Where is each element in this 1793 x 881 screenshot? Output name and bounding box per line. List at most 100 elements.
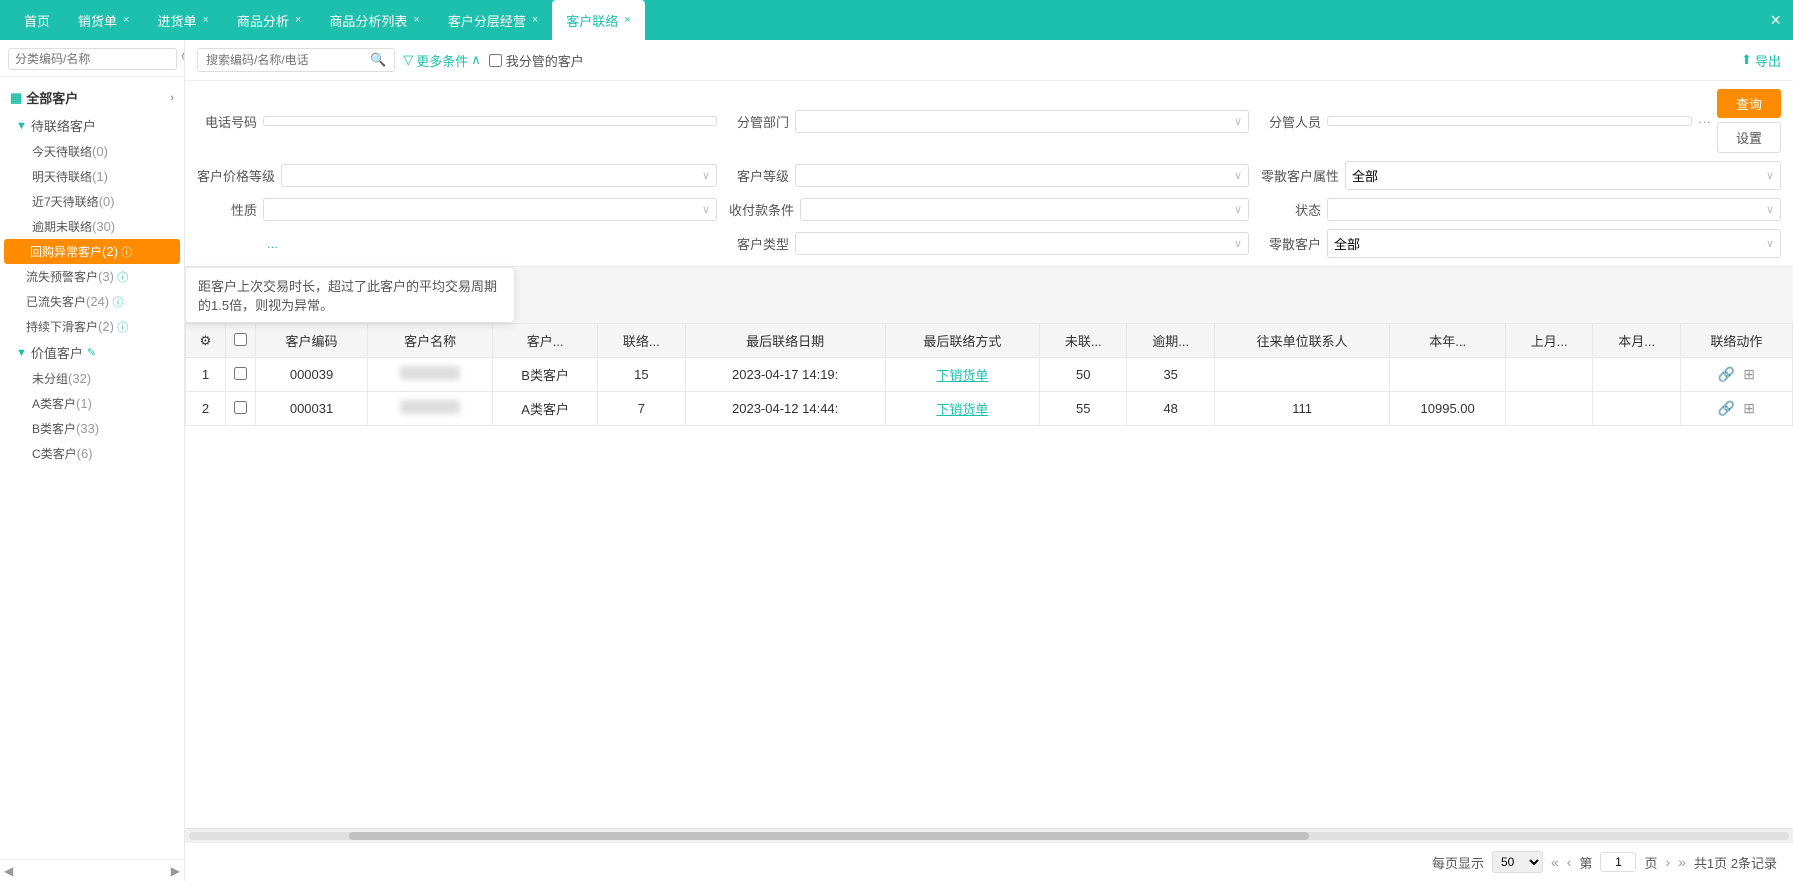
sidebar-all-customers[interactable]: ▦ 全部客户 › [0, 83, 184, 112]
more-icon[interactable]: ··· [1698, 114, 1711, 129]
close-product-analysis-list-icon[interactable]: × [413, 14, 419, 26]
payment-label: 收付款条件 [729, 200, 794, 219]
close-all-tabs-button[interactable]: × [1770, 10, 1781, 31]
sidebar-item-today[interactable]: 今天待联络(0) [6, 139, 184, 164]
sidebar-item-class-c[interactable]: C类客户(6) [6, 441, 184, 466]
pagination: 每页显示 50 100 200 « ‹ 第 页 › » 共1页 2条记录 [185, 842, 1793, 881]
sidebar-item-churned[interactable]: 已流失客户(24) ⓘ [0, 289, 184, 314]
per-page-select[interactable]: 50 100 200 [1492, 851, 1543, 873]
customer-level-select[interactable]: ∨ [795, 164, 1249, 187]
cell-name-2 [368, 392, 493, 426]
more-conditions-button[interactable]: ▽ 更多条件 ∧ [403, 51, 481, 70]
first-page-button[interactable]: « [1551, 854, 1559, 870]
settings-button[interactable]: 设置 [1717, 122, 1781, 153]
total-label: 共1页 2条记录 [1694, 853, 1777, 872]
sidebar-item-ungrouped[interactable]: 未分组(32) [6, 366, 184, 391]
close-purchase-order-icon[interactable]: × [202, 14, 208, 26]
nav-home[interactable]: 首页 [10, 0, 64, 40]
sidebar-item-abnormal-repurchase[interactable]: 回购异常客户(2) ⓘ [4, 239, 180, 264]
customer-price-select[interactable]: ∨ [281, 164, 717, 187]
sidebar-item-class-a[interactable]: A类客户(1) [6, 391, 184, 416]
link-icon-2[interactable]: 🔗 [1718, 400, 1735, 417]
sidebar-bottom-bar: ◀ ▶ [0, 859, 184, 881]
filter-panel: 电话号码 分管部门 ∨ 分管人员 ··· 查询 设置 [185, 81, 1793, 267]
close-sales-order-icon[interactable]: × [123, 14, 129, 26]
chevron-down-icon3: ∨ [1234, 169, 1242, 182]
scrollbar-thumb[interactable] [349, 832, 1309, 840]
row2-checkbox[interactable] [234, 401, 247, 414]
sidebar-item-churn-warning[interactable]: 流失预警客户(3) ⓘ [0, 264, 184, 289]
my-customers-checkbox[interactable] [489, 54, 502, 67]
nav-customer-tier[interactable]: 客户分层经营 × [434, 0, 552, 40]
customer-type-select[interactable]: ∨ [795, 232, 1249, 255]
gender-select[interactable]: ∨ [263, 198, 717, 221]
sidebar-right-arrow[interactable]: ▶ [171, 864, 180, 878]
next-page-button[interactable]: › [1665, 854, 1670, 870]
settings-icon[interactable]: ⚙ [200, 333, 212, 348]
th-last-contact-date: 最后联络日期 [685, 324, 885, 358]
chevron-down-icon4: ∨ [1766, 169, 1774, 182]
sidebar-item-tomorrow[interactable]: 明天待联络(1) [6, 164, 184, 189]
nav-customer-contact[interactable]: 客户联络 × [552, 0, 644, 40]
select-all-checkbox[interactable] [234, 333, 247, 346]
method-link-2[interactable]: 下销货单 [936, 402, 988, 417]
close-customer-contact-icon[interactable]: × [624, 14, 630, 26]
cell-num-2: 2 [186, 392, 226, 426]
branch-person-select[interactable] [1327, 116, 1692, 126]
th-checkbox [226, 324, 256, 358]
qr-icon-1[interactable]: ⊞ [1743, 366, 1755, 383]
sidebar-tree: ▦ 全部客户 › ▼ 待联络客户 今天待联络(0) 明天待联络(1) 近7天待联… [0, 77, 184, 859]
arrow-icon: ▼ [16, 120, 27, 132]
branch-person-label: 分管人员 [1261, 112, 1321, 131]
row1-checkbox[interactable] [234, 367, 247, 380]
th-unlisted: 未联... [1040, 324, 1127, 358]
link-icon-1[interactable]: 🔗 [1718, 366, 1735, 383]
sidebar-search-input[interactable] [8, 48, 177, 70]
chevron-down-icon7: ∨ [1766, 203, 1774, 216]
sidebar-item-declining[interactable]: 持续下滑客户(2) ⓘ [0, 314, 184, 339]
payment-select[interactable]: ∨ [800, 198, 1249, 221]
close-product-analysis-icon[interactable]: × [295, 14, 301, 26]
status-select[interactable]: ∨ [1327, 198, 1781, 221]
nav-sales-order[interactable]: 销货单 × [64, 0, 143, 40]
more-conditions-label[interactable]: ... [197, 236, 278, 251]
value-customer-header[interactable]: ▼ 价值客户 ✎ [6, 339, 184, 366]
method-link-1[interactable]: 下销货单 [936, 368, 988, 383]
main-layout: 🔍 ▦ 全部客户 › ▼ 待联络客户 今天待联络(0) 明天待联络(1) 近7天… [0, 40, 1793, 881]
customer-table: ⚙ 客户编码 客户名称 客户... 联络... 最后联络日期 最后联络方式 未联… [185, 323, 1793, 426]
pending-contact-header[interactable]: ▼ 待联络客户 [6, 112, 184, 139]
value-customer-section: ▼ 价值客户 ✎ 未分组(32) A类客户(1) B类客户(33) C类客户(6… [0, 339, 184, 466]
edit-icon[interactable]: ✎ [87, 346, 96, 359]
sidebar-item-7days[interactable]: 近7天待联络(0) [6, 189, 184, 214]
retail-attr-select[interactable]: 全部 ∨ [1345, 161, 1781, 190]
sidebar-item-overdue[interactable]: 逾期未联络(30) [6, 214, 184, 239]
sidebar-collapse-icon[interactable]: › [170, 92, 174, 104]
retail-customer-label: 零散客户 [1261, 234, 1321, 253]
close-customer-tier-icon[interactable]: × [532, 14, 538, 26]
retail-customer-select[interactable]: 全部 ∨ [1327, 229, 1781, 258]
arrow2-icon: ▼ [16, 347, 27, 359]
table-area[interactable]: ⚙ 客户编码 客户名称 客户... 联络... 最后联络日期 最后联络方式 未联… [185, 323, 1793, 828]
page-suffix-label: 页 [1644, 853, 1657, 872]
search-icon[interactable]: 🔍 [370, 52, 386, 68]
sidebar-left-arrow[interactable]: ◀ [4, 864, 13, 878]
query-button[interactable]: 查询 [1717, 89, 1781, 118]
last-page-button[interactable]: » [1678, 854, 1686, 870]
horizontal-scrollbar[interactable] [185, 828, 1793, 842]
sidebar-item-class-b[interactable]: B类客户(33) [6, 416, 184, 441]
filter-branch-person: 分管人员 ··· 查询 设置 [1261, 89, 1781, 153]
th-settings[interactable]: ⚙ [186, 324, 226, 358]
cell-type-1: B类客户 [493, 358, 598, 392]
current-page-input[interactable] [1600, 852, 1636, 872]
nav-purchase-order[interactable]: 进货单 × [143, 0, 222, 40]
phone-input[interactable] [263, 116, 717, 126]
nav-product-analysis[interactable]: 商品分析 × [223, 0, 315, 40]
nav-product-analysis-list[interactable]: 商品分析列表 × [315, 0, 433, 40]
cell-month-2 [1593, 392, 1680, 426]
cell-last-method-2: 下销货单 [885, 392, 1039, 426]
prev-page-button[interactable]: ‹ [1567, 854, 1572, 870]
branch-dept-select[interactable]: ∨ [795, 110, 1249, 133]
export-button[interactable]: ⬆ 导出 [1741, 51, 1781, 70]
qr-icon-2[interactable]: ⊞ [1743, 400, 1755, 417]
search-input[interactable] [206, 53, 366, 67]
